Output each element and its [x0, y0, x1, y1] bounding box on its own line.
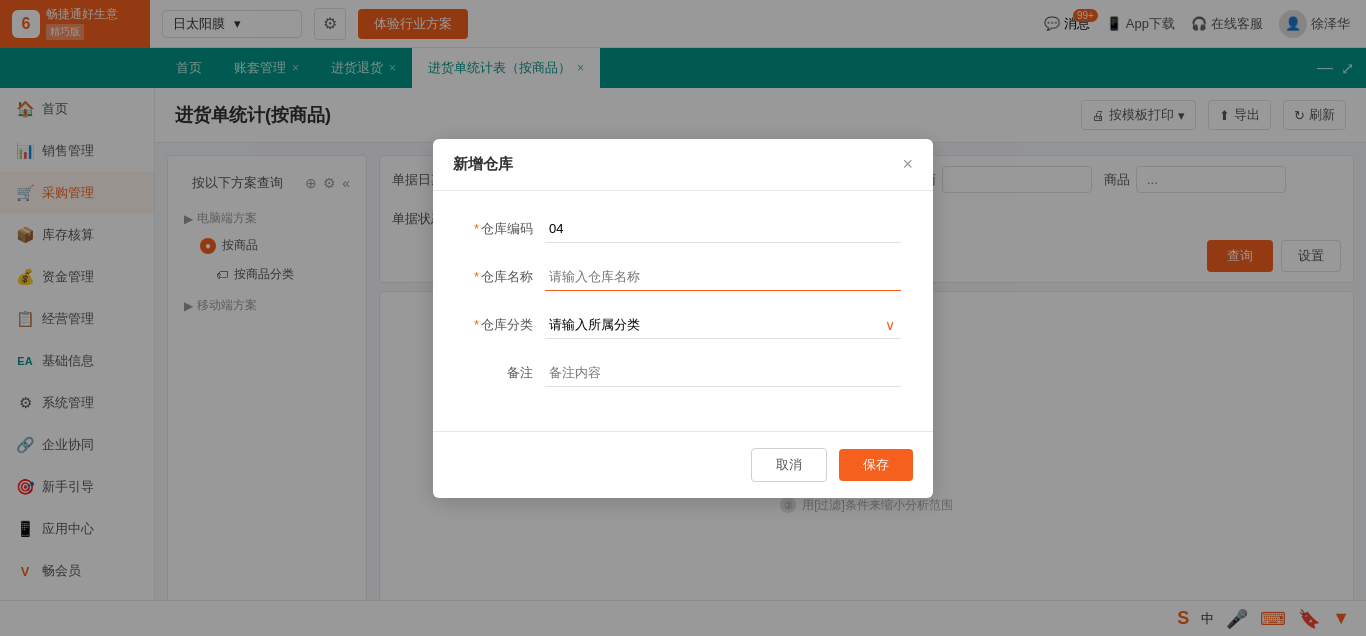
dialog-footer: 取消 保存 — [433, 431, 933, 498]
warehouse-category-select[interactable]: 请输入所属分类 — [545, 311, 901, 339]
category-label: * 仓库分类 — [465, 316, 545, 334]
dialog-body: * 仓库编码 * 仓库名称 * 仓库分类 — [433, 191, 933, 431]
name-label: * 仓库名称 — [465, 268, 545, 286]
name-required-star: * — [474, 269, 479, 284]
form-row-name: * 仓库名称 — [465, 263, 901, 291]
warehouse-code-input[interactable] — [545, 215, 901, 243]
dialog-title: 新增仓库 — [453, 155, 513, 174]
code-required-star: * — [474, 221, 479, 236]
form-row-code: * 仓库编码 — [465, 215, 901, 243]
save-button[interactable]: 保存 — [839, 449, 913, 481]
category-select-wrap: 请输入所属分类 ∨ — [545, 311, 901, 339]
dialog-close-button[interactable]: × — [902, 155, 913, 173]
dialog-header: 新增仓库 × — [433, 139, 933, 191]
code-label: * 仓库编码 — [465, 220, 545, 238]
remark-label: 备注 — [465, 364, 545, 382]
cancel-button[interactable]: 取消 — [751, 448, 827, 482]
category-required-star: * — [474, 317, 479, 332]
new-warehouse-dialog: 新增仓库 × * 仓库编码 * 仓库名称 — [433, 139, 933, 498]
form-row-remark: 备注 — [465, 359, 901, 387]
remark-input[interactable] — [545, 359, 901, 387]
modal-overlay: 新增仓库 × * 仓库编码 * 仓库名称 — [0, 0, 1366, 636]
form-row-category: * 仓库分类 请输入所属分类 ∨ — [465, 311, 901, 339]
warehouse-name-input[interactable] — [545, 263, 901, 291]
